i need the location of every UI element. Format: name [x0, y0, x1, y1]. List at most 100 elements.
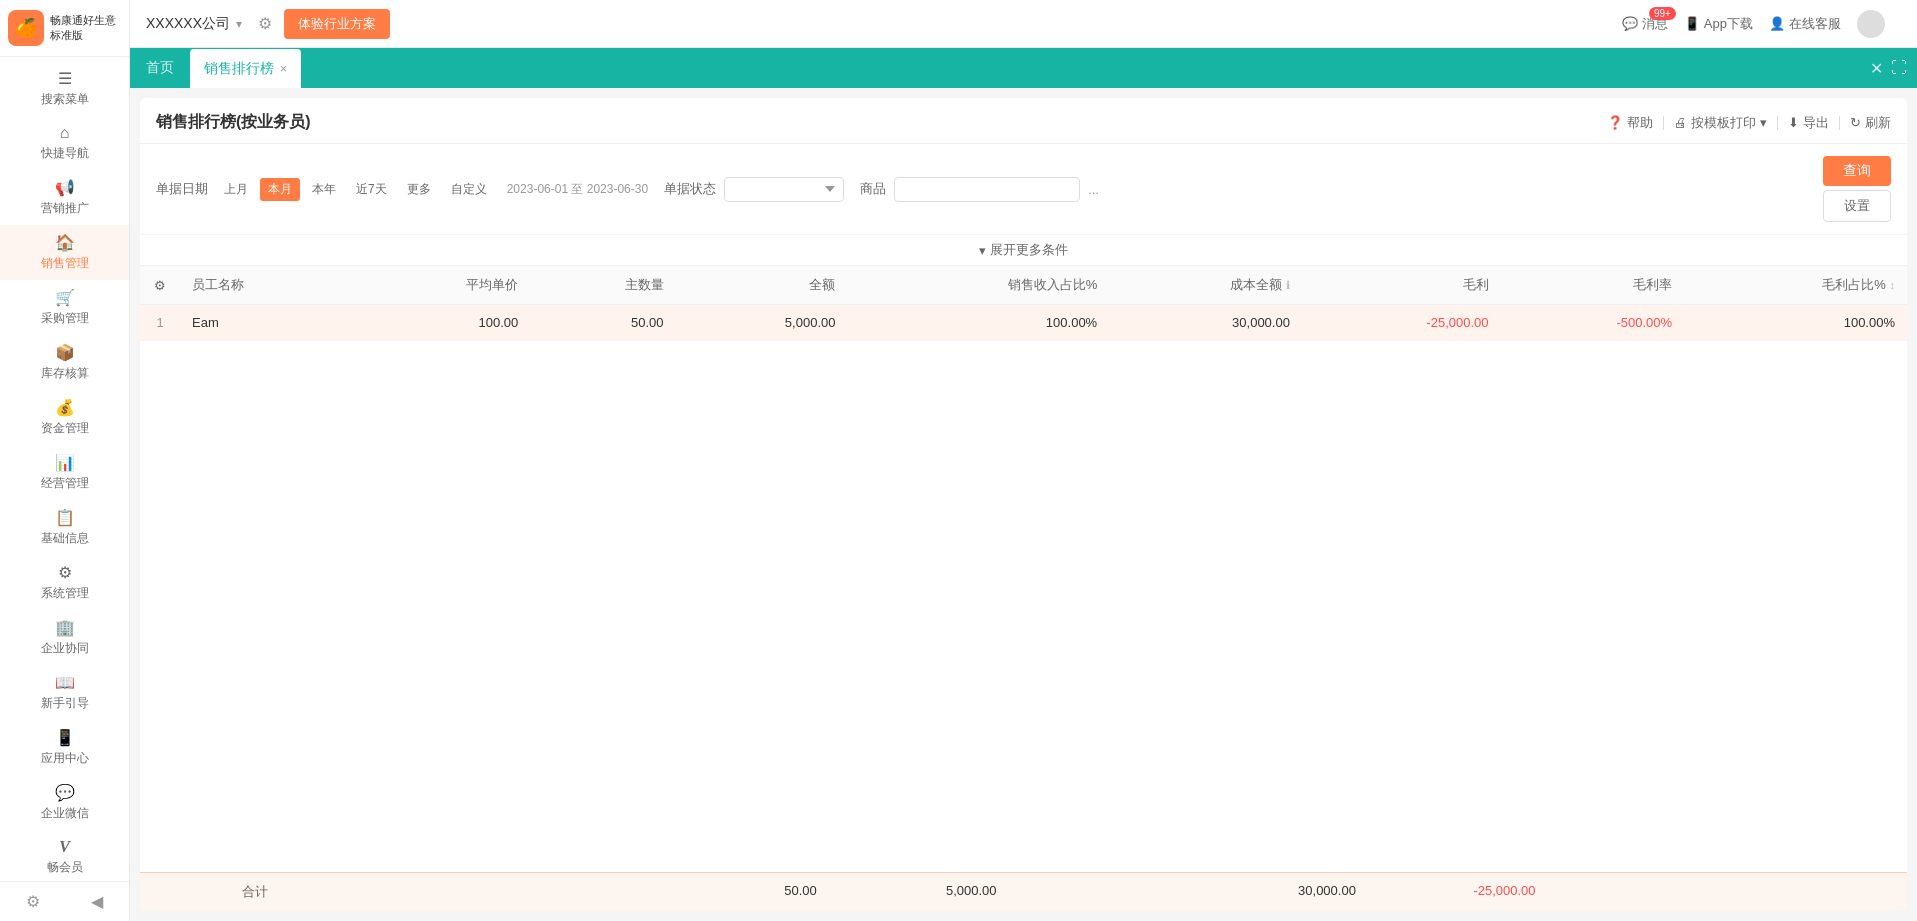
- goods-label: 商品: [860, 180, 886, 198]
- wechat-icon: 💬: [55, 783, 75, 802]
- expand-icon: ▾: [979, 243, 986, 258]
- sidebar-item-member[interactable]: V 畅会员: [0, 830, 129, 881]
- col-profit: 毛利: [1302, 266, 1501, 305]
- date-btn-last-month[interactable]: 上月: [216, 178, 256, 201]
- tab-active-label: 销售排行榜: [204, 60, 274, 78]
- footer-amount: 5,000.00: [817, 883, 997, 901]
- cell-profit-pct: 100.00%: [1684, 305, 1907, 341]
- date-btn-this-year[interactable]: 本年: [304, 178, 344, 201]
- date-btn-custom[interactable]: 自定义: [443, 178, 495, 201]
- sidebar-label-basic: 基础信息: [41, 530, 89, 547]
- col-cost: 成本全额 ℹ: [1109, 266, 1302, 305]
- cell-qty: 50.00: [530, 305, 675, 341]
- purchase-icon: 🛒: [55, 288, 75, 307]
- table-footer: 合计 50.00 5,000.00 30,000.00 -25,000.00: [140, 872, 1907, 911]
- sidebar-item-corp[interactable]: 🏢 企业协同: [0, 610, 129, 665]
- date-btn-more[interactable]: 更多: [399, 178, 439, 201]
- cost-info-icon: ℹ: [1286, 279, 1290, 291]
- sidebar-item-purchase[interactable]: 🛒 采购管理: [0, 280, 129, 335]
- col-amount: 全额: [676, 266, 848, 305]
- cell-rank: 1: [140, 305, 180, 341]
- profit-pct-info-icon: ↕: [1890, 279, 1896, 291]
- sidebar-label-search-order: 搜索菜单: [41, 91, 89, 108]
- refresh-icon: ↻: [1850, 115, 1861, 130]
- query-button[interactable]: 查询: [1823, 156, 1891, 186]
- apps-icon: 📱: [55, 728, 75, 747]
- company-name: XXXXXX公司: [146, 15, 230, 33]
- sidebar-item-operation[interactable]: 📊 经营管理: [0, 445, 129, 500]
- print-chevron-icon: ▾: [1760, 115, 1767, 130]
- divider-3: [1839, 116, 1840, 130]
- sidebar-settings-btn[interactable]: ⚙: [26, 892, 40, 911]
- tab-maximize-icon[interactable]: ⛶: [1891, 59, 1907, 77]
- header-settings-icon[interactable]: ⚙: [258, 14, 272, 33]
- status-select[interactable]: [724, 177, 844, 202]
- logo-sub: 标准版: [50, 28, 116, 43]
- sales-icon: 🏠: [55, 233, 75, 252]
- sidebar-item-system[interactable]: ⚙ 系统管理: [0, 555, 129, 610]
- company-chevron-icon: ▾: [236, 17, 242, 31]
- content-area: 销售排行榜(按业务员) ❓ 帮助 🖨 按模板打印 ▾ ⬇: [130, 88, 1917, 921]
- cell-profit-rate: -500.00%: [1501, 305, 1685, 341]
- tab-home[interactable]: 首页: [130, 48, 190, 88]
- col-sales-pct: 销售收入占比%: [847, 266, 1109, 305]
- sidebar-item-basic[interactable]: 📋 基础信息: [0, 500, 129, 555]
- cell-name: Eam: [180, 305, 355, 341]
- col-settings: ⚙: [140, 266, 180, 305]
- refresh-button[interactable]: ↻ 刷新: [1850, 114, 1891, 132]
- sidebar-item-marketing[interactable]: 📢 营销推广: [0, 170, 129, 225]
- marketing-icon: 📢: [55, 178, 75, 197]
- export-button[interactable]: ⬇ 导出: [1788, 114, 1829, 132]
- tab-close-icon[interactable]: ×: [280, 62, 287, 76]
- print-button[interactable]: 🖨 按模板打印 ▾: [1674, 114, 1767, 132]
- help-icon: ❓: [1607, 115, 1623, 130]
- top-header: XXXXXX公司 ▾ ⚙ 体验行业方案 💬 消息 99+ 📱 App下载 👤 在…: [130, 0, 1917, 48]
- col-settings-icon[interactable]: ⚙: [154, 278, 166, 293]
- col-profit-pct: 毛利占比% ↕: [1684, 266, 1907, 305]
- cell-avg-price: 100.00: [355, 305, 530, 341]
- sidebar-item-sales[interactable]: 🏠 销售管理: [0, 225, 129, 280]
- company-selector[interactable]: XXXXXX公司 ▾: [146, 15, 242, 33]
- print-icon: 🖨: [1674, 115, 1687, 130]
- settings-page-button[interactable]: 设置: [1823, 190, 1891, 222]
- export-label: 导出: [1803, 114, 1829, 132]
- tab-active-sales-ranking[interactable]: 销售排行榜 ×: [190, 49, 301, 89]
- user-avatar[interactable]: [1857, 10, 1885, 38]
- date-buttons: 上月 本月 本年 近7天 更多 自定义: [216, 178, 495, 201]
- sidebar-label-finance: 资金管理: [41, 420, 89, 437]
- tab-close-window-icon[interactable]: ✕: [1870, 59, 1883, 78]
- print-label: 按模板打印: [1691, 114, 1756, 132]
- member-icon: V: [59, 838, 70, 856]
- sidebar-item-quick-nav[interactable]: ⌂ 快捷导航: [0, 116, 129, 170]
- service-label: 在线客服: [1789, 15, 1841, 33]
- sidebar-item-finance[interactable]: 💰 资金管理: [0, 390, 129, 445]
- online-service-button[interactable]: 👤 在线客服: [1769, 15, 1841, 33]
- sidebar-item-wechat[interactable]: 💬 企业微信: [0, 775, 129, 830]
- message-button[interactable]: 💬 消息 99+: [1622, 15, 1668, 33]
- cell-cost: 30,000.00: [1109, 305, 1302, 341]
- sidebar-item-apps[interactable]: 📱 应用中心: [0, 720, 129, 775]
- expand-conditions-button[interactable]: ▾ 展开更多条件: [979, 241, 1068, 259]
- help-button[interactable]: ❓ 帮助: [1607, 114, 1653, 132]
- search-order-icon: ☰: [58, 69, 72, 88]
- filter-area: 单据日期 上月 本月 本年 近7天 更多 自定义 2023-06-01 至 20…: [140, 144, 1907, 235]
- sidebar-footer: ⚙ ◀: [0, 881, 129, 921]
- finance-icon: 💰: [55, 398, 75, 417]
- date-filter: 单据日期 上月 本月 本年 近7天 更多 自定义 2023-06-01 至 20…: [156, 178, 648, 201]
- expand-label: 展开更多条件: [990, 241, 1068, 259]
- sidebar-item-search-order[interactable]: ☰ 搜索菜单: [0, 61, 129, 116]
- sidebar-item-inventory[interactable]: 📦 库存核算: [0, 335, 129, 390]
- trial-button[interactable]: 体验行业方案: [284, 9, 390, 39]
- sidebar-item-guide[interactable]: 📖 新手引导: [0, 665, 129, 720]
- sidebar-label-purchase: 采购管理: [41, 310, 89, 327]
- sidebar-label-marketing: 营销推广: [41, 200, 89, 217]
- footer-profit-rate: [1536, 883, 1716, 901]
- date-btn-7days[interactable]: 近7天: [348, 178, 395, 201]
- date-btn-this-month[interactable]: 本月: [260, 178, 300, 201]
- footer-label-text: 合计: [242, 883, 458, 901]
- sidebar: 🍊 畅康通好生意 标准版 ☰ 搜索菜单 ⌂ 快捷导航 📢 营销推广 🏠 销售管理…: [0, 0, 130, 921]
- goods-more-icon[interactable]: ...: [1088, 182, 1099, 197]
- app-download-button[interactable]: 📱 App下载: [1684, 15, 1753, 33]
- sidebar-collapse-btn[interactable]: ◀: [91, 892, 103, 911]
- goods-input[interactable]: [894, 177, 1080, 202]
